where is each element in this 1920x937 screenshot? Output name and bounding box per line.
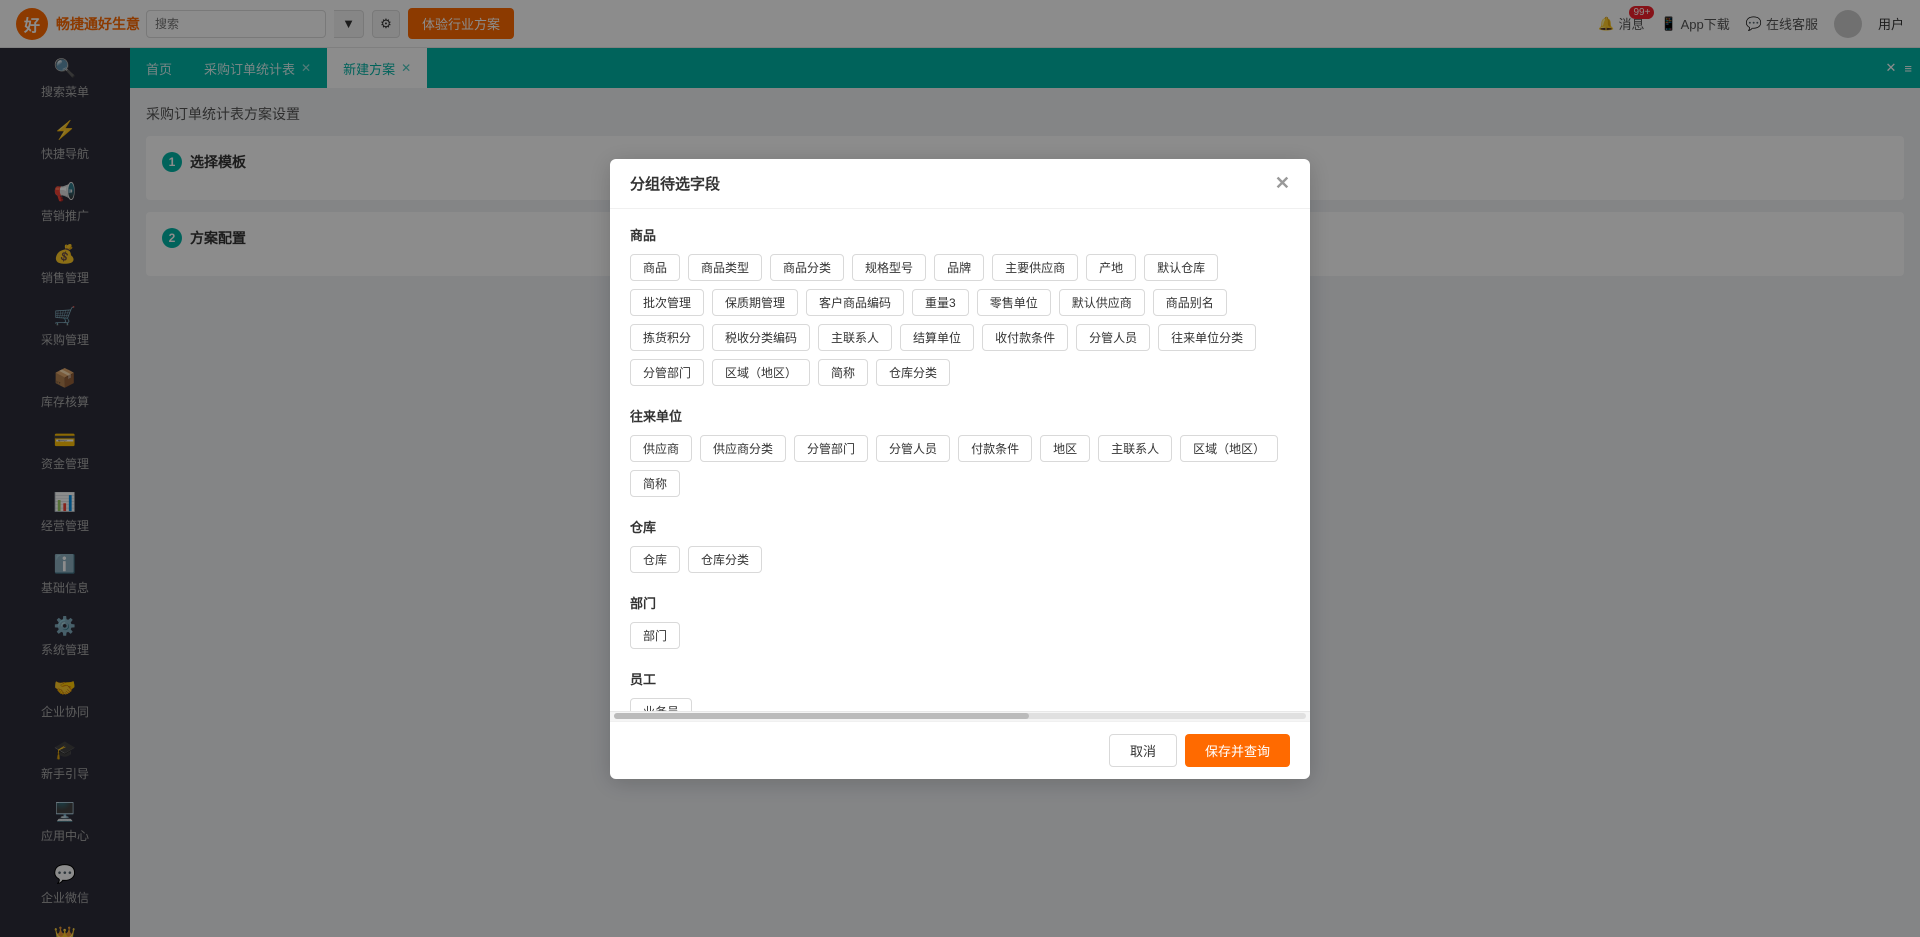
confirm-button[interactable]: 保存并查询 <box>1185 734 1290 767</box>
field-section-title-0: 商品 <box>630 225 1290 244</box>
hscroll-track <box>614 713 1306 719</box>
cancel-button[interactable]: 取消 <box>1109 734 1177 767</box>
dialog-footer: 取消 保存并查询 <box>610 721 1310 779</box>
field-tag-0-3[interactable]: 规格型号 <box>852 254 926 281</box>
field-tag-0-16[interactable]: 税收分类编码 <box>712 324 810 351</box>
field-tag-1-3[interactable]: 分管人员 <box>876 435 950 462</box>
field-tag-1-0[interactable]: 供应商 <box>630 435 692 462</box>
field-grid-4: 业务员 <box>630 698 1290 711</box>
field-tag-0-12[interactable]: 零售单位 <box>977 289 1051 316</box>
hscroll-thumb[interactable] <box>614 713 1029 719</box>
field-tag-4-0[interactable]: 业务员 <box>630 698 692 711</box>
field-tag-0-23[interactable]: 区域（地区） <box>712 359 810 386</box>
field-tag-2-0[interactable]: 仓库 <box>630 546 680 573</box>
field-tag-0-8[interactable]: 批次管理 <box>630 289 704 316</box>
field-section-1: 往来单位供应商供应商分类分管部门分管人员付款条件地区主联系人区域（地区） 简称 <box>630 406 1290 497</box>
field-section-0: 商品商品商品类型商品分类规格型号品牌主要供应商产地默认仓库批次管理保质期管理客户… <box>630 225 1290 386</box>
field-grid-2: 仓库仓库分类 <box>630 546 1290 573</box>
modal-overlay: 分组待选字段 ✕ 商品商品商品类型商品分类规格型号品牌主要供应商产地默认仓库批次… <box>0 0 1920 937</box>
field-section-3: 部门部门 <box>630 593 1290 649</box>
field-section-title-1: 往来单位 <box>630 406 1290 425</box>
field-tag-0-22[interactable]: 分管部门 <box>630 359 704 386</box>
dialog-title: 分组待选字段 <box>630 173 720 194</box>
field-tag-0-4[interactable]: 品牌 <box>934 254 984 281</box>
field-section-title-4: 员工 <box>630 669 1290 688</box>
field-tag-1-8[interactable]: 简称 <box>630 470 680 497</box>
field-tag-0-6[interactable]: 产地 <box>1086 254 1136 281</box>
field-tag-0-10[interactable]: 客户商品编码 <box>806 289 904 316</box>
field-tag-1-4[interactable]: 付款条件 <box>958 435 1032 462</box>
field-tag-1-2[interactable]: 分管部门 <box>794 435 868 462</box>
field-tag-1-6[interactable]: 主联系人 <box>1098 435 1172 462</box>
field-tag-0-20[interactable]: 分管人员 <box>1076 324 1150 351</box>
field-grid-0: 商品商品类型商品分类规格型号品牌主要供应商产地默认仓库批次管理保质期管理客户商品… <box>630 254 1290 386</box>
field-tag-0-19[interactable]: 收付款条件 <box>982 324 1068 351</box>
field-tag-1-5[interactable]: 地区 <box>1040 435 1090 462</box>
dialog: 分组待选字段 ✕ 商品商品商品类型商品分类规格型号品牌主要供应商产地默认仓库批次… <box>610 159 1310 779</box>
horizontal-scrollbar[interactable] <box>610 711 1310 721</box>
field-section-title-2: 仓库 <box>630 517 1290 536</box>
field-tag-0-0[interactable]: 商品 <box>630 254 680 281</box>
field-grid-3: 部门 <box>630 622 1290 649</box>
field-tag-0-21[interactable]: 往来单位分类 <box>1158 324 1256 351</box>
field-grid-1: 供应商供应商分类分管部门分管人员付款条件地区主联系人区域（地区） 简称 <box>630 435 1290 497</box>
field-tag-0-13[interactable]: 默认供应商 <box>1059 289 1145 316</box>
field-tag-0-14[interactable]: 商品别名 <box>1153 289 1227 316</box>
field-tag-3-0[interactable]: 部门 <box>630 622 680 649</box>
field-section-2: 仓库仓库仓库分类 <box>630 517 1290 573</box>
field-tag-0-15[interactable]: 拣货积分 <box>630 324 704 351</box>
field-tag-0-9[interactable]: 保质期管理 <box>712 289 798 316</box>
field-tag-0-24[interactable]: 简称 <box>818 359 868 386</box>
field-tag-0-7[interactable]: 默认仓库 <box>1144 254 1218 281</box>
field-tag-0-2[interactable]: 商品分类 <box>770 254 844 281</box>
dialog-body[interactable]: 商品商品商品类型商品分类规格型号品牌主要供应商产地默认仓库批次管理保质期管理客户… <box>610 209 1310 711</box>
field-tag-0-11[interactable]: 重量3 <box>912 289 969 316</box>
field-section-title-3: 部门 <box>630 593 1290 612</box>
field-tag-0-17[interactable]: 主联系人 <box>818 324 892 351</box>
field-section-4: 员工业务员 <box>630 669 1290 711</box>
field-tag-0-5[interactable]: 主要供应商 <box>992 254 1078 281</box>
field-tag-0-1[interactable]: 商品类型 <box>688 254 762 281</box>
field-tag-1-1[interactable]: 供应商分类 <box>700 435 786 462</box>
field-tag-0-25[interactable]: 仓库分类 <box>876 359 950 386</box>
dialog-close-btn[interactable]: ✕ <box>1275 173 1290 194</box>
field-tag-0-18[interactable]: 结算单位 <box>900 324 974 351</box>
dialog-header: 分组待选字段 ✕ <box>610 159 1310 209</box>
field-tag-1-7[interactable]: 区域（地区） <box>1180 435 1278 462</box>
field-tag-2-1[interactable]: 仓库分类 <box>688 546 762 573</box>
